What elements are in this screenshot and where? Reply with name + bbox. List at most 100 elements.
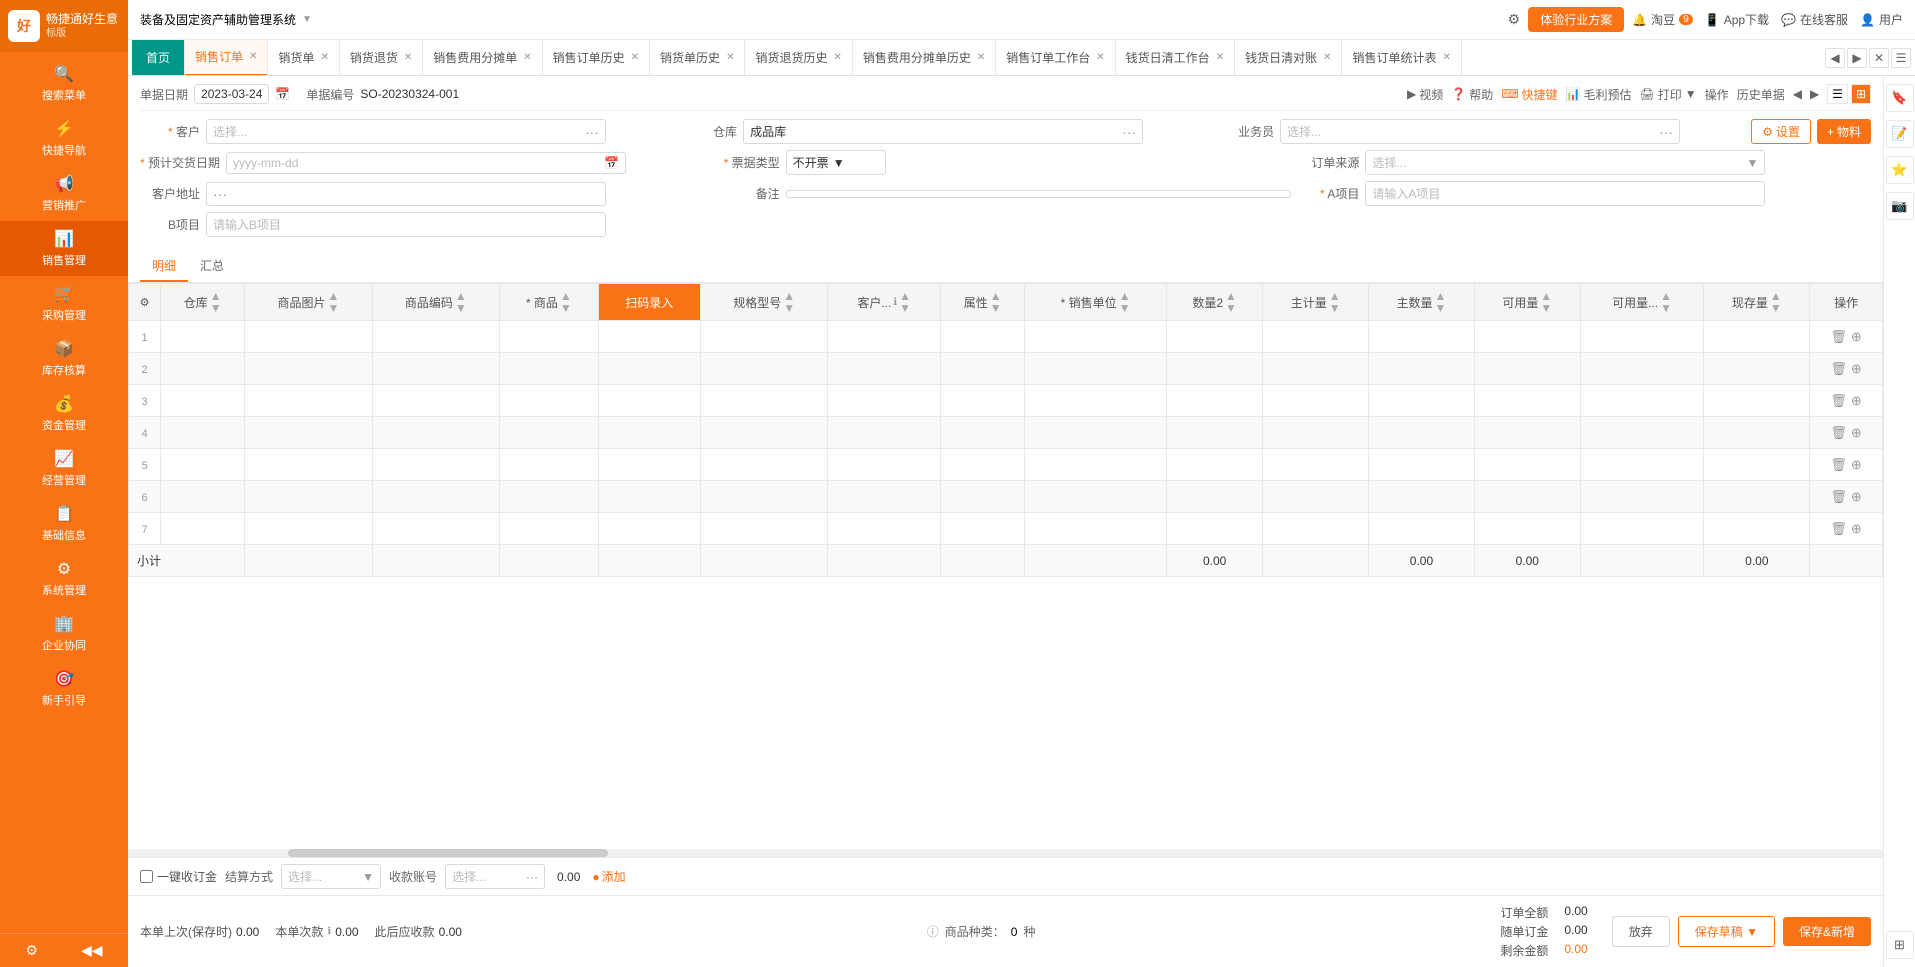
list-view-icon[interactable]: ☰ <box>1827 84 1848 104</box>
right-panel-bookmark-icon[interactable]: 🔖 <box>1886 84 1914 112</box>
sidebar-item-sales[interactable]: 📊 销售管理 <box>0 221 128 276</box>
sidebar-item-management[interactable]: 📈 经营管理 <box>0 441 128 496</box>
tab-expense-split[interactable]: 销售费用分摊单 ✕ <box>423 40 542 76</box>
tab-expense-split-close[interactable]: ✕ <box>523 52 531 63</box>
row-delete-icon[interactable]: 🗑 <box>1830 361 1847 377</box>
row-copy-icon[interactable]: ⊕ <box>1851 361 1862 377</box>
view-btn[interactable]: ▶ 视频 <box>1407 86 1443 103</box>
row-copy-icon[interactable]: ⊕ <box>1851 425 1862 441</box>
tab-prev-arrow[interactable]: ◀ <box>1825 48 1845 68</box>
discard-button[interactable]: 放弃 <box>1612 916 1670 947</box>
table-tab-detail[interactable]: 明细 <box>140 251 188 282</box>
row-delete-icon[interactable]: 🗑 <box>1830 393 1847 409</box>
tab-next-arrow[interactable]: ▶ <box>1847 48 1867 68</box>
delivery-input[interactable]: yyyy-mm-dd 📅 <box>226 152 626 174</box>
account-expand-icon[interactable]: ··· <box>526 870 538 884</box>
b-project-input[interactable]: 请输入B项目 <box>206 212 606 237</box>
order-source-input[interactable]: 选择... ▼ <box>1365 150 1765 175</box>
right-panel-camera-icon[interactable]: 📷 <box>1886 192 1914 220</box>
tab-daily-reconcile-close[interactable]: ✕ <box>1323 52 1331 63</box>
row-copy-icon[interactable]: ⊕ <box>1851 489 1862 505</box>
sidebar-item-guide[interactable]: 🎯 新手引导 <box>0 661 128 716</box>
sidebar-item-purchase[interactable]: 🛒 采购管理 <box>0 276 128 331</box>
tab-daily-reconcile[interactable]: 钱货日清对账 ✕ <box>1235 40 1342 76</box>
tab-expense-history[interactable]: 销售费用分摊单历史 ✕ <box>853 40 996 76</box>
app-download-item[interactable]: 📱 App下载 <box>1705 11 1769 28</box>
tab-order-workbench-close[interactable]: ✕ <box>1096 52 1104 63</box>
sidebar-item-search[interactable]: 🔍 搜索菜单 <box>0 56 128 111</box>
tab-order-workbench[interactable]: 销售订单工作台 ✕ <box>996 40 1115 76</box>
tab-sales-invoice[interactable]: 销货单 ✕ <box>268 40 339 76</box>
col-settings[interactable]: ⚙ <box>129 284 161 321</box>
customer-input[interactable]: 选择... ··· <box>206 119 606 144</box>
help-btn[interactable]: ❓ 帮助 <box>1451 86 1493 103</box>
sidebar-item-marketing[interactable]: 📢 营销推广 <box>0 166 128 221</box>
tab-stats-close[interactable]: ✕ <box>1443 52 1451 63</box>
print-btn[interactable]: 🖨 打印 ▼ <box>1640 86 1697 103</box>
row-copy-icon[interactable]: ⊕ <box>1851 329 1862 345</box>
tab-sales-order-close[interactable]: ✕ <box>249 51 257 62</box>
shortcut-btn[interactable]: ⌨ 快捷键 <box>1501 86 1557 103</box>
tab-daily-workbench[interactable]: 钱货日清工作台 ✕ <box>1116 40 1235 76</box>
row-delete-icon[interactable]: 🗑 <box>1830 457 1847 473</box>
settings-button[interactable]: ⚙ 设置 <box>1751 119 1811 144</box>
a-project-input[interactable]: 请输入A项目 <box>1365 181 1765 206</box>
horizontal-scrollbar[interactable] <box>128 849 1883 857</box>
system-selector[interactable]: 装备及固定资产辅助管理系统 ▼ <box>140 11 1500 28</box>
one-click-checkbox[interactable]: 一键收订金 <box>140 868 217 885</box>
table-wrapper[interactable]: ⚙ 仓库 ▲▼ 商品图片 <box>128 283 1883 849</box>
row-delete-icon[interactable]: 🗑 <box>1830 521 1847 537</box>
customer-expand-icon[interactable]: ··· <box>585 124 599 140</box>
nav-prev-icon[interactable]: ◀ <box>1793 87 1802 101</box>
sidebar-item-nav[interactable]: ⚡ 快捷导航 <box>0 111 128 166</box>
sidebar-collapse-icon[interactable]: ◀◀ <box>81 942 103 959</box>
salesman-input[interactable]: 选择... ··· <box>1280 119 1680 144</box>
sidebar-item-base[interactable]: 📋 基础信息 <box>0 496 128 551</box>
date-value[interactable]: 2023-03-24 <box>194 84 269 104</box>
tab-menu[interactable]: ☰ <box>1891 48 1911 68</box>
save-draft-button[interactable]: 保存草稿 ▼ <box>1678 916 1775 947</box>
right-panel-expand-icon[interactable]: ⊞ <box>1886 931 1914 959</box>
tab-stats[interactable]: 销售订单统计表 ✕ <box>1342 40 1461 76</box>
notice-item[interactable]: 🔔 淘豆 9 <box>1632 11 1693 28</box>
account-select[interactable]: 选择... ··· <box>445 864 545 889</box>
tab-expense-history-close[interactable]: ✕ <box>977 52 985 63</box>
tab-return-history-close[interactable]: ✕ <box>833 52 841 63</box>
save-new-button[interactable]: 保存&新增 <box>1783 917 1871 946</box>
delivery-calendar-icon[interactable]: 📅 <box>604 156 619 170</box>
tab-return-history[interactable]: 销货退货历史 ✕ <box>745 40 852 76</box>
nav-next-icon[interactable]: ▶ <box>1810 87 1819 101</box>
col-scan[interactable]: 扫码录入 <box>598 284 700 321</box>
trial-button[interactable]: 体验行业方案 <box>1528 7 1624 32</box>
sidebar-item-inventory[interactable]: 📦 库存核算 <box>0 331 128 386</box>
history-btn[interactable]: 历史单据 <box>1737 86 1785 103</box>
tab-invoice-history[interactable]: 销货单历史 ✕ <box>650 40 745 76</box>
grid-view-icon[interactable]: ⊞ <box>1851 84 1871 104</box>
row-delete-icon[interactable]: 🗑 <box>1830 425 1847 441</box>
online-service-item[interactable]: 💬 在线客服 <box>1781 11 1848 28</box>
row-copy-icon[interactable]: ⊕ <box>1851 521 1862 537</box>
row-delete-icon[interactable]: 🗑 <box>1830 489 1847 505</box>
sidebar-item-finance[interactable]: 💰 资金管理 <box>0 386 128 441</box>
sidebar-item-system[interactable]: ⚙ 系统管理 <box>0 551 128 606</box>
tab-sales-return[interactable]: 销货退货 ✕ <box>340 40 423 76</box>
tab-sales-return-close[interactable]: ✕ <box>404 52 412 63</box>
remark-input[interactable] <box>786 190 1292 198</box>
tab-sales-order[interactable]: 销售订单 ✕ <box>185 40 268 76</box>
address-input[interactable]: ··· <box>206 182 606 206</box>
warehouse-expand-icon[interactable]: ··· <box>1122 124 1136 140</box>
settle-method-select[interactable]: 选择... ▼ <box>281 864 381 889</box>
right-panel-note-icon[interactable]: 📝 <box>1886 120 1914 148</box>
tab-order-history[interactable]: 销售订单历史 ✕ <box>543 40 650 76</box>
invoice-select[interactable]: 不开票 ▼ <box>786 150 886 175</box>
warehouse-input[interactable]: 成品库 ··· <box>743 119 1143 144</box>
address-expand-icon[interactable]: ··· <box>213 186 227 202</box>
row-copy-icon[interactable]: ⊕ <box>1851 457 1862 473</box>
right-panel-star-icon[interactable]: ⭐ <box>1886 156 1914 184</box>
operation-btn[interactable]: 操作 <box>1705 86 1729 103</box>
one-click-checkbox-input[interactable] <box>140 870 153 883</box>
row-delete-icon[interactable]: 🗑 <box>1830 329 1847 345</box>
calendar-icon[interactable]: 📅 <box>275 87 290 101</box>
user-item[interactable]: 👤 用户 <box>1860 11 1903 28</box>
tab-invoice-history-close[interactable]: ✕ <box>726 52 734 63</box>
